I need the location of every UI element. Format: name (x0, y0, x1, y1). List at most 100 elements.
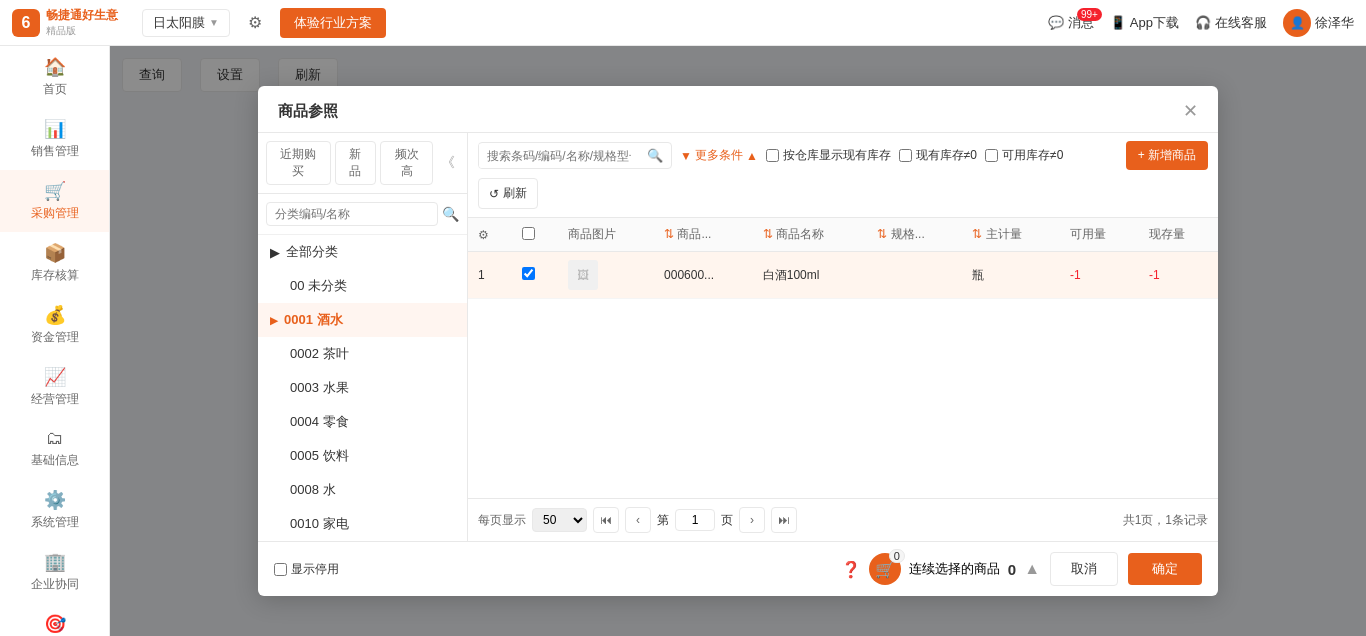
help-icon[interactable]: ❓ (841, 560, 861, 579)
sidebar-label-sales: 销售管理 (31, 143, 79, 160)
check-current-stock[interactable]: 现有库存≠0 (899, 147, 977, 164)
headset-icon: 🎧 (1195, 15, 1211, 30)
app-label: App下载 (1130, 14, 1179, 32)
category-item-0005[interactable]: 0005 饮料 (258, 439, 467, 473)
message-icon: 💬 (1048, 15, 1064, 30)
sidebar-item-guide[interactable]: 🎯 新手引导 (0, 603, 109, 636)
store-selector[interactable]: 日太阳膜 ▼ (142, 9, 230, 37)
check-current-label: 现有库存≠0 (916, 147, 977, 164)
cell-seq: 1 (468, 252, 512, 299)
sidebar-item-home[interactable]: 🏠 首页 (0, 46, 109, 108)
message-item[interactable]: 💬 消息 99+ (1048, 14, 1094, 32)
select-all-checkbox[interactable] (522, 227, 535, 240)
refresh-btn[interactable]: ↺ 刷新 (478, 178, 538, 209)
category-item-0003[interactable]: 0003 水果 (258, 371, 467, 405)
service-item[interactable]: 🎧 在线客服 (1195, 14, 1267, 32)
category-search-input[interactable] (266, 202, 438, 226)
dialog: 商品参照 ✕ 近期购买 新品 频次高 《 (258, 86, 1218, 596)
col-spec[interactable]: ⇅ 规格... (867, 218, 962, 252)
sidebar-item-enterprise[interactable]: 🏢 企业协同 (0, 541, 109, 603)
main-layout: 🏠 首页 📊 销售管理 🛒 采购管理 📦 库存核算 💰 资金管理 📈 经营管理 … (0, 46, 1366, 636)
col-img-label: 商品图片 (568, 227, 616, 241)
purchase-icon: 🛒 (44, 180, 66, 202)
avatar: 👤 (1283, 9, 1311, 37)
page-suffix: 页 (721, 512, 733, 529)
top-nav: 6 畅捷通好生意 精品版 日太阳膜 ▼ ⚙ 体验行业方案 💬 消息 99+ 📱 … (0, 0, 1366, 46)
cart-collapse-icon[interactable]: ▲ (1024, 560, 1040, 578)
cell-available: -1 (1060, 252, 1139, 299)
cell-unit: 瓶 (962, 252, 1060, 299)
main-content: 查询 设置 刷新 商品参照 ✕ 近期购买 (110, 46, 1366, 636)
cancel-button[interactable]: 取消 (1050, 552, 1118, 586)
next-page-btn[interactable]: › (739, 507, 765, 533)
category-item-0001[interactable]: ▶ 0001 酒水 (258, 303, 467, 337)
show-disabled-checkbox[interactable] (274, 563, 287, 576)
sidebar-label-finance: 资金管理 (31, 329, 79, 346)
first-page-btn[interactable]: ⏮ (593, 507, 619, 533)
operation-icon: 📈 (44, 366, 66, 388)
col-unit[interactable]: ⇅ 主计量 (962, 218, 1060, 252)
category-item-0010[interactable]: 0010 家电 (258, 507, 467, 541)
last-page-btn[interactable]: ⏭ (771, 507, 797, 533)
page-input[interactable] (675, 509, 715, 531)
add-product-btn[interactable]: + 新增商品 (1126, 141, 1208, 170)
check-warehouse-input[interactable] (766, 149, 779, 162)
cart-area: ❓ 🛒 0 连续选择的商品 0 ▲ (841, 553, 1040, 585)
show-disabled-label[interactable]: 显示停用 (274, 561, 339, 578)
table-row[interactable]: 1 🖼 000600... 白酒100ml (468, 252, 1218, 299)
check-available-input[interactable] (985, 149, 998, 162)
quick-filter-buttons: 近期购买 新品 频次高 (266, 141, 433, 185)
sidebar-item-sales[interactable]: 📊 销售管理 (0, 108, 109, 170)
trial-button[interactable]: 体验行业方案 (280, 8, 386, 38)
sidebar-item-basic[interactable]: 🗂 基础信息 (0, 418, 109, 479)
category-item-0008[interactable]: 0008 水 (258, 473, 467, 507)
product-search-icon[interactable]: 🔍 (639, 143, 671, 168)
sidebar-item-purchase[interactable]: 🛒 采购管理 (0, 170, 109, 232)
recent-purchase-btn[interactable]: 近期购买 (266, 141, 331, 185)
collapse-left-icon[interactable]: 《 (437, 150, 459, 176)
dialog-close-button[interactable]: ✕ (1183, 100, 1198, 122)
check-current-input[interactable] (899, 149, 912, 162)
cell-stock: -1 (1139, 252, 1218, 299)
col-name[interactable]: ⇅ 商品名称 (753, 218, 868, 252)
category-item-all[interactable]: ▶ 全部分类 (258, 235, 467, 269)
category-item-0002[interactable]: 0002 茶叶 (258, 337, 467, 371)
col-available-label: 可用量 (1070, 227, 1106, 241)
sidebar-item-system[interactable]: ⚙️ 系统管理 (0, 479, 109, 541)
dialog-body: 近期购买 新品 频次高 《 🔍 ▶ (258, 133, 1218, 541)
arrow-right-icon: ▶ (270, 245, 280, 260)
frequent-btn[interactable]: 频次高 (380, 141, 433, 185)
confirm-button[interactable]: 确定 (1128, 553, 1202, 585)
new-product-btn[interactable]: 新品 (335, 141, 376, 185)
check-available-stock[interactable]: 可用库存≠0 (985, 147, 1063, 164)
prev-page-btn[interactable]: ‹ (625, 507, 651, 533)
category-item-0004[interactable]: 0004 零食 (258, 405, 467, 439)
category-label-0004: 0004 零食 (290, 413, 349, 431)
app-download-item[interactable]: 📱 App下载 (1110, 14, 1179, 32)
col-settings[interactable]: ⚙ (468, 218, 512, 252)
col-code[interactable]: ⇅ 商品... (654, 218, 753, 252)
sidebar-item-finance[interactable]: 💰 资金管理 (0, 294, 109, 356)
product-search-input[interactable] (479, 144, 639, 168)
sidebar-label-system: 系统管理 (31, 514, 79, 531)
store-label: 日太阳膜 (153, 14, 205, 32)
col-stock-label: 现存量 (1149, 227, 1185, 241)
category-label-0008: 0008 水 (290, 481, 336, 499)
check-warehouse-stock[interactable]: 按仓库显示现有库存 (766, 147, 891, 164)
tri-icon-0001: ▶ (270, 315, 278, 326)
sidebar-label-basic: 基础信息 (31, 452, 79, 469)
service-label: 在线客服 (1215, 14, 1267, 32)
enterprise-icon: 🏢 (44, 551, 66, 573)
more-conditions-btn[interactable]: ▼ 更多条件 ▲ (680, 147, 758, 164)
sidebar-item-inventory[interactable]: 📦 库存核算 (0, 232, 109, 294)
per-page-select[interactable]: 50 10 20 100 (532, 508, 587, 532)
logo-area: 6 畅捷通好生意 精品版 (12, 7, 132, 38)
cell-checkbox[interactable] (512, 252, 559, 299)
category-search-icon[interactable]: 🔍 (442, 206, 459, 222)
row-checkbox[interactable] (522, 267, 535, 280)
category-item-00[interactable]: 00 未分类 (258, 269, 467, 303)
sidebar-item-operation[interactable]: 📈 经营管理 (0, 356, 109, 418)
product-search-combo: 🔍 (478, 142, 672, 169)
user-item[interactable]: 👤 徐泽华 (1283, 9, 1354, 37)
settings-icon[interactable]: ⚙ (240, 8, 270, 38)
